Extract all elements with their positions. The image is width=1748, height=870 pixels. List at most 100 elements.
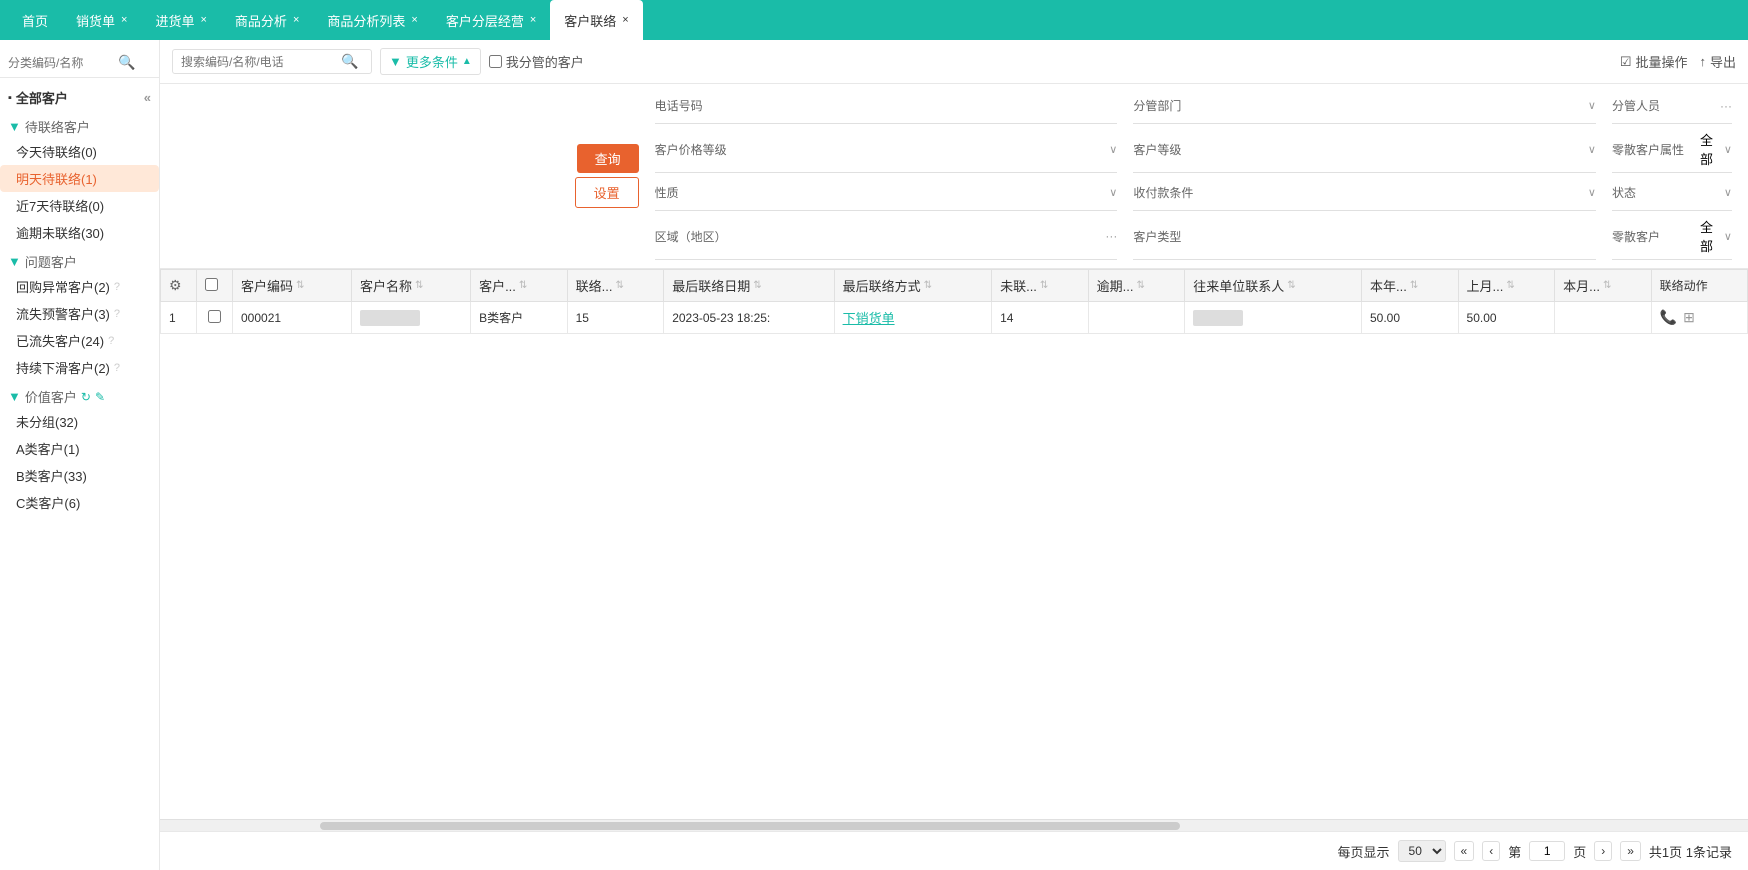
nav-tab-0[interactable]: 销货单 × — [62, 0, 141, 40]
nav-home[interactable]: 首页 — [8, 0, 62, 40]
col-last-date[interactable]: 最后联络日期⇅ — [664, 270, 834, 302]
filter-status-select[interactable]: ∨ — [1700, 186, 1732, 199]
filter-retail-attr-label: 零散客户属性 — [1612, 141, 1692, 158]
sidebar-item-class-c[interactable]: C类客户(6) — [0, 489, 159, 516]
row-checkbox-cell[interactable] — [197, 302, 233, 334]
nav-tab-2[interactable]: 商品分析 × — [221, 0, 313, 40]
filter-customer-level-select[interactable]: ∨ — [1221, 143, 1596, 156]
page-number-input[interactable] — [1529, 841, 1565, 861]
more-filter-btn[interactable]: ▼ 更多条件 ▲ — [380, 48, 481, 75]
col-last-method[interactable]: 最后联络方式⇅ — [834, 270, 992, 302]
page-suffix: 页 — [1573, 842, 1586, 861]
my-customers-checkbox[interactable] — [489, 55, 502, 68]
retail-chevron-icon: ∨ — [1724, 230, 1732, 243]
sort-last-date[interactable]: 最后联络日期⇅ — [672, 276, 761, 295]
sort-code[interactable]: 客户编码⇅ — [241, 276, 304, 295]
sidebar-item-churn-warning[interactable]: 流失预警客户(3) ? — [0, 300, 159, 327]
page-size-select[interactable]: 50 — [1398, 840, 1446, 862]
nav-tab-4[interactable]: 客户分层经营 × — [432, 0, 550, 40]
filter-customer-type-input[interactable] — [1221, 229, 1596, 243]
sort-type[interactable]: 客户...⇅ — [479, 276, 527, 295]
horizontal-scrollbar[interactable] — [160, 819, 1748, 831]
sort-this-month[interactable]: 本月...⇅ — [1563, 276, 1611, 295]
col-this-year[interactable]: 本年...⇅ — [1361, 270, 1458, 302]
toolbar-search-icon[interactable]: 🔍 — [341, 53, 358, 70]
grid-action-icon[interactable]: ⊞ — [1683, 309, 1695, 326]
last-page-btn[interactable]: » — [1620, 841, 1641, 861]
filter-price-select[interactable]: ∨ — [743, 143, 1118, 156]
sidebar-group-title-pending[interactable]: ▼ 待联络客户 — [0, 113, 159, 138]
sidebar-item-tomorrow[interactable]: 明天待联络(1) — [0, 165, 159, 192]
nav-tab-3[interactable]: 商品分析列表 × — [313, 0, 431, 40]
col-type[interactable]: 客户...⇅ — [471, 270, 568, 302]
close-icon-0[interactable]: × — [121, 14, 127, 26]
sidebar-search-input[interactable] — [8, 56, 118, 70]
sidebar-item-class-b[interactable]: B类客户(33) — [0, 462, 159, 489]
sort-last-month[interactable]: 上月...⇅ — [1467, 276, 1515, 295]
phone-action-icon[interactable]: 📞 — [1660, 309, 1677, 326]
filter-nature-select[interactable]: ∨ — [743, 186, 1118, 199]
col-this-month[interactable]: 本月...⇅ — [1555, 270, 1652, 302]
filter-retail-select[interactable]: 全部 ∨ — [1700, 217, 1732, 255]
export-btn[interactable]: ↑ 导出 — [1699, 52, 1736, 71]
sidebar-item-declining[interactable]: 持续下滑客户(2) ? — [0, 354, 159, 381]
sidebar-item-7days[interactable]: 近7天待联络(0) — [0, 192, 159, 219]
sidebar-all-customers[interactable]: ▪ 全部客户 « — [0, 82, 159, 113]
edit-icon[interactable]: ✎ — [95, 390, 105, 404]
sidebar-item-unclassified[interactable]: 未分组(32) — [0, 408, 159, 435]
filter-phone-input[interactable] — [743, 99, 1118, 113]
first-page-btn[interactable]: « — [1454, 841, 1475, 861]
col-uncontacted[interactable]: 未联...⇅ — [992, 270, 1089, 302]
nav-tab-1[interactable]: 进货单 × — [141, 0, 220, 40]
col-code[interactable]: 客户编码⇅ — [233, 270, 352, 302]
query-btn[interactable]: 查询 — [577, 144, 639, 173]
sidebar-item-repurchase[interactable]: 回购异常客户(2) ? — [0, 273, 159, 300]
col-name[interactable]: 客户名称⇅ — [352, 270, 471, 302]
sort-overdue[interactable]: 逾期...⇅ — [1097, 276, 1145, 295]
refresh-icon[interactable]: ↻ — [81, 390, 91, 404]
sort-last-method[interactable]: 最后联络方式⇅ — [843, 276, 932, 295]
sidebar-search-icon[interactable]: 🔍 — [118, 54, 135, 71]
sidebar-item-class-a[interactable]: A类客户(1) — [0, 435, 159, 462]
close-icon-5[interactable]: × — [622, 14, 628, 26]
next-page-btn[interactable]: › — [1594, 841, 1612, 861]
batch-btn[interactable]: ☑ 批量操作 — [1620, 52, 1688, 71]
sidebar-group-title-value[interactable]: ▼ 价值客户 ↻ ✎ — [0, 383, 159, 408]
row-last-method[interactable]: 下销货单 — [834, 302, 992, 334]
filter-payment-select[interactable]: ∨ — [1221, 186, 1596, 199]
prev-page-btn[interactable]: ‹ — [1482, 841, 1500, 861]
nav-tab-5[interactable]: 客户联络 × — [550, 0, 642, 40]
sidebar-group-title-problem[interactable]: ▼ 问题客户 — [0, 248, 159, 273]
filter-region-dots[interactable]: ··· — [1105, 229, 1117, 243]
close-icon-1[interactable]: × — [200, 14, 206, 26]
col-contact-person[interactable]: 往来单位联系人⇅ — [1185, 270, 1362, 302]
last-method-link[interactable]: 下销货单 — [843, 311, 895, 326]
sort-person[interactable]: 往来单位联系人⇅ — [1193, 276, 1295, 295]
sort-name[interactable]: 客户名称⇅ — [360, 276, 423, 295]
filter-retail-attr-select[interactable]: 全部 ∨ — [1700, 130, 1732, 168]
sort-contact[interactable]: 联络...⇅ — [576, 276, 624, 295]
close-icon-4[interactable]: × — [530, 14, 536, 26]
scrollbar-thumb[interactable] — [320, 822, 1180, 830]
col-overdue[interactable]: 逾期...⇅ — [1088, 270, 1185, 302]
col-last-month[interactable]: 上月...⇅ — [1458, 270, 1555, 302]
sort-icon-last-date: ⇅ — [753, 280, 761, 291]
sidebar-item-today[interactable]: 今天待联络(0) — [0, 138, 159, 165]
toolbar-search-input[interactable] — [181, 55, 341, 69]
select-all-checkbox[interactable] — [205, 278, 218, 291]
set-btn[interactable]: 设置 — [575, 177, 639, 208]
col-contact-count[interactable]: 联络...⇅ — [567, 270, 664, 302]
main-layout: 🔍 ▪ 全部客户 « ▼ 待联络客户 今天待联络(0) 明天待联络(1) 近7天… — [0, 40, 1748, 870]
filter-person-dots[interactable]: ··· — [1720, 99, 1732, 113]
sidebar-item-overdue[interactable]: 逾期未联络(30) — [0, 219, 159, 246]
close-icon-3[interactable]: × — [411, 14, 417, 26]
sort-this-year[interactable]: 本年...⇅ — [1370, 276, 1418, 295]
sort-uncontacted[interactable]: 未联...⇅ — [1000, 276, 1048, 295]
row-checkbox[interactable] — [208, 310, 221, 323]
filter-dept-select[interactable]: ∨ — [1221, 99, 1596, 112]
row-this-year: 50.00 — [1361, 302, 1458, 334]
close-icon-2[interactable]: × — [293, 14, 299, 26]
col-checkbox[interactable] — [197, 270, 233, 302]
col-settings[interactable]: ⚙ — [161, 270, 197, 302]
sidebar-item-churned[interactable]: 已流失客户(24) ? — [0, 327, 159, 354]
